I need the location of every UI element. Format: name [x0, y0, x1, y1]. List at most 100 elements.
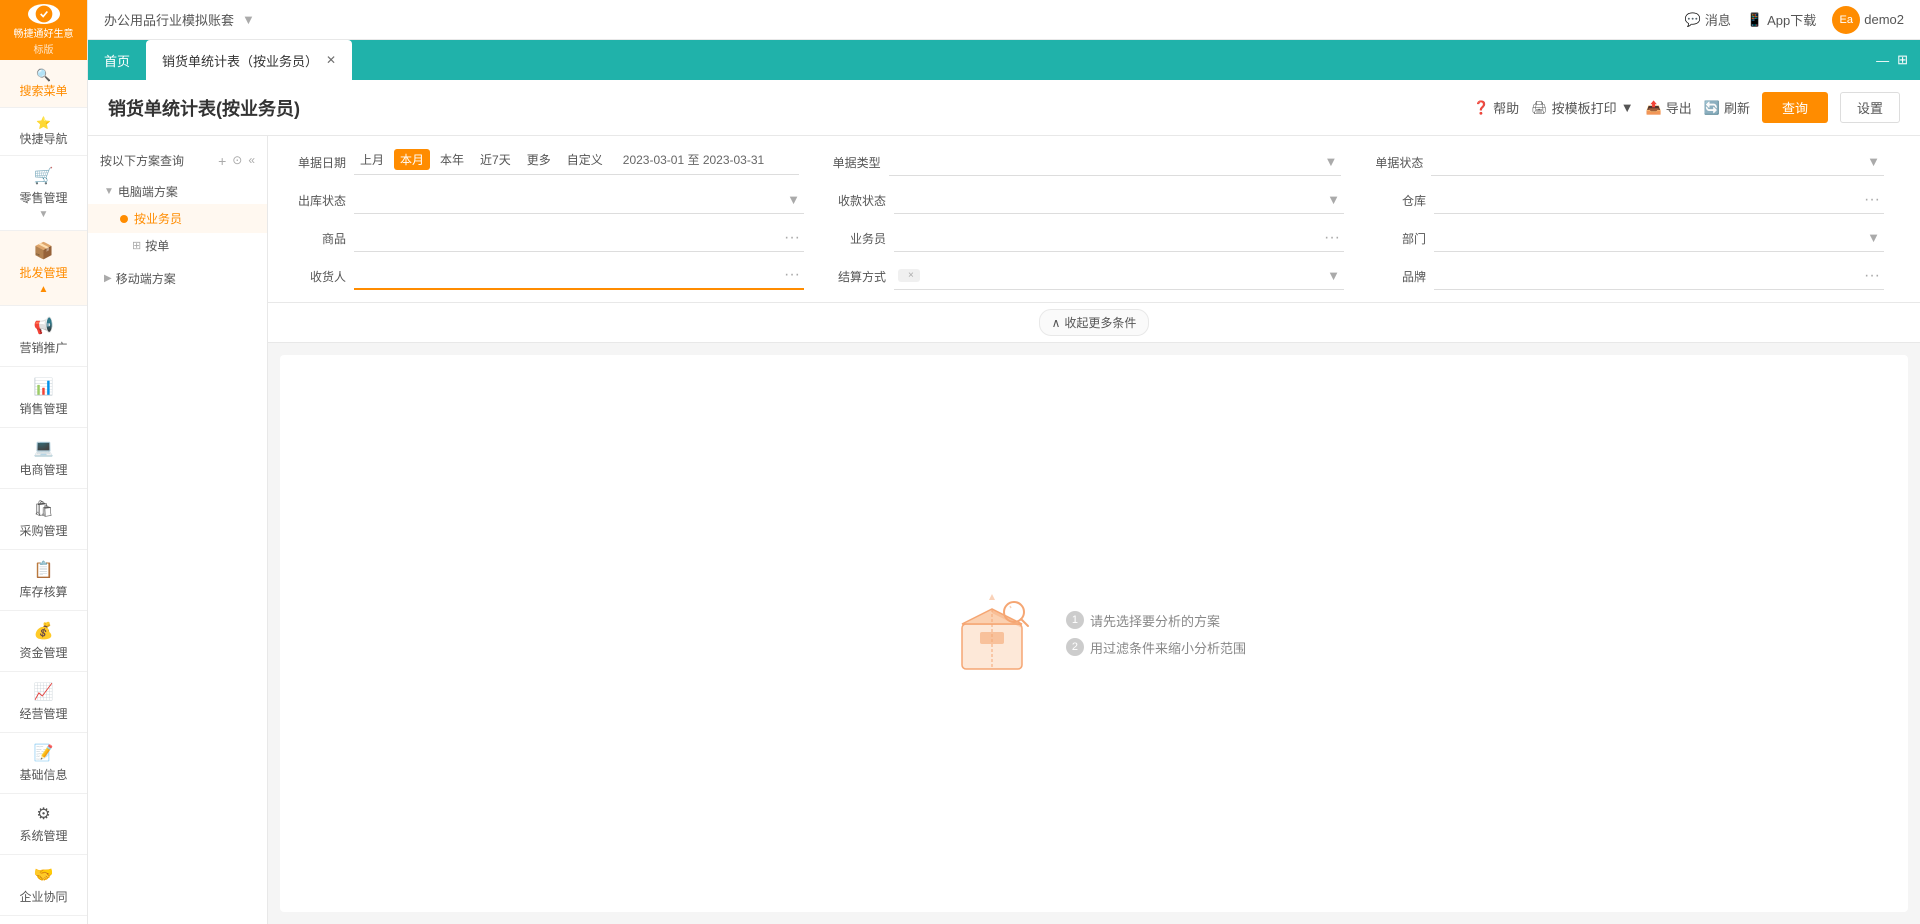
- sidebar-item-purchase[interactable]: 🛍 采购管理: [0, 489, 87, 550]
- date-tab-last-month[interactable]: 上月: [354, 149, 390, 170]
- query-button[interactable]: 查询: [1762, 92, 1828, 123]
- scheme-item-by-order[interactable]: ⊞ 按单: [88, 233, 267, 258]
- tab-maximize-icon[interactable]: ⊞: [1897, 52, 1908, 68]
- panel-collapse-icon[interactable]: «: [248, 153, 255, 169]
- right-panel: 单据日期 上月 本月 本年 近7天 更多 自定义 2023-03-01 至 20…: [268, 136, 1920, 924]
- collapse-button[interactable]: ∧ 收起更多条件: [1039, 309, 1150, 336]
- date-tab-custom[interactable]: 自定义: [561, 149, 609, 170]
- add-scheme-icon[interactable]: +: [218, 153, 226, 169]
- salesperson-dots-icon: ···: [1324, 229, 1340, 247]
- doc-status-control[interactable]: ▼: [1431, 148, 1884, 176]
- export-button[interactable]: 📤 导出: [1646, 98, 1692, 117]
- messages-button[interactable]: 💬 消息: [1685, 10, 1731, 29]
- date-tab-more[interactable]: 更多: [521, 149, 557, 170]
- brand-dots-icon: ···: [1864, 267, 1880, 285]
- recipient-control[interactable]: ···: [354, 262, 804, 290]
- sidebar-item-wholesale[interactable]: 📦 批发管理 ▲: [0, 231, 87, 306]
- warehouse-control[interactable]: ···: [1434, 186, 1884, 214]
- salesperson-label: 业务员: [824, 230, 894, 247]
- department-control[interactable]: ▼: [1434, 224, 1884, 252]
- date-range-value: 2023-03-01 至 2023-03-31: [623, 151, 764, 168]
- salesperson-control[interactable]: ···: [894, 224, 1344, 252]
- scheme-item-by-salesperson[interactable]: 按业务员: [88, 204, 267, 233]
- top-header: 办公用品行业模拟账套 ▼ 💬 消息 📱 App下载 Ea demo2: [88, 0, 1920, 40]
- tab-home[interactable]: 首页: [88, 40, 146, 80]
- finance-icon: 💰: [34, 621, 54, 641]
- app-logo: 畅捷通好生意 标版: [0, 0, 88, 60]
- breadcrumb: 办公用品行业模拟账套 ▼: [104, 10, 255, 29]
- recipient-dots-icon: ···: [784, 266, 800, 284]
- sidebar-item-system[interactable]: ⚙ 系统管理: [0, 794, 87, 855]
- settlement-tag: ×: [898, 269, 920, 282]
- help-icon: ❓: [1473, 100, 1489, 116]
- sidebar-item-sales[interactable]: 📊 销售管理: [0, 367, 87, 428]
- left-panel-icons: + ⊙ «: [218, 153, 255, 169]
- tab-minimize-icon[interactable]: —: [1876, 53, 1889, 68]
- sidebar-item-operations[interactable]: 📈 经营管理: [0, 672, 87, 733]
- sidebar-item-marketing[interactable]: 📢 营销推广: [0, 306, 87, 367]
- date-tab-last-7-days[interactable]: 近7天: [474, 149, 517, 170]
- department-chevron-icon: ▼: [1867, 230, 1880, 245]
- sidebar-item-quick-nav[interactable]: ⭐ 快捷导航: [0, 108, 87, 156]
- sidebar-item-base-info[interactable]: 📝 基础信息: [0, 733, 87, 794]
- active-dot: [120, 215, 128, 223]
- tab-close-icon[interactable]: ✕: [326, 53, 336, 67]
- out-status-chevron-icon: ▼: [787, 192, 800, 207]
- settlement-tag-close[interactable]: ×: [908, 270, 914, 281]
- sidebar-item-search[interactable]: 🔍 搜索菜单: [0, 60, 87, 108]
- order-icon: ⊞: [132, 239, 141, 252]
- sidebar: 畅捷通好生意 标版 🔍 搜索菜单 ⭐ 快捷导航 🛒 零售管理 ▼ 📦 批发管理 …: [0, 0, 88, 924]
- page-header: 销货单统计表(按业务员) ❓ 帮助 🖨 按模板打印 ▼ 📤 导出 🔄 刷新: [88, 80, 1920, 136]
- help-button[interactable]: ❓ 帮助: [1473, 98, 1519, 117]
- header-actions: 💬 消息 📱 App下载 Ea demo2: [1685, 6, 1904, 34]
- department-label: 部门: [1364, 230, 1434, 247]
- print-dropdown-icon: ▼: [1621, 100, 1634, 115]
- inventory-icon: 📋: [34, 560, 54, 580]
- date-tab-current-year[interactable]: 本年: [434, 149, 470, 170]
- page-title: 销货单统计表(按业务员): [108, 95, 300, 121]
- breadcrumb-dropdown-icon[interactable]: ▼: [242, 12, 255, 27]
- doc-type-control[interactable]: ▼: [889, 148, 1342, 176]
- sidebar-item-collab[interactable]: 🤝 企业协同: [0, 855, 87, 916]
- retail-icon: 🛒: [34, 166, 54, 186]
- settlement-control[interactable]: × ▼: [894, 262, 1344, 290]
- sidebar-item-ecommerce[interactable]: 💻 电商管理: [0, 428, 87, 489]
- main-area: 办公用品行业模拟账套 ▼ 💬 消息 📱 App下载 Ea demo2 首页: [88, 0, 1920, 924]
- refresh-button[interactable]: 🔄 刷新: [1704, 98, 1750, 117]
- collapse-bar: ∧ 收起更多条件: [268, 303, 1920, 343]
- refresh-icon: 🔄: [1704, 100, 1720, 116]
- doc-type-label: 单据类型: [819, 154, 889, 171]
- tab-sales-stat[interactable]: 销货单统计表（按业务员） ✕: [146, 40, 352, 80]
- goods-control[interactable]: ···: [354, 224, 804, 252]
- sidebar-item-retail[interactable]: 🛒 零售管理 ▼: [0, 156, 87, 231]
- date-tab-current-month[interactable]: 本月: [394, 149, 430, 170]
- payment-status-control[interactable]: ▼: [894, 186, 1344, 214]
- sidebar-item-guide[interactable]: 🎯 新手引导: [0, 916, 87, 924]
- recipient-label: 收货人: [284, 268, 354, 285]
- left-panel: 按以下方案查询 + ⊙ « ▼ 电脑端方案 按业务员: [88, 136, 268, 924]
- warehouse-label: 仓库: [1364, 192, 1434, 209]
- purchase-icon: 🛍: [33, 499, 53, 519]
- star-icon: ⭐: [5, 116, 82, 130]
- empty-tip-1: 1 请先选择要分析的方案: [1066, 611, 1246, 630]
- sidebar-item-finance[interactable]: 💰 资金管理: [0, 611, 87, 672]
- out-status-control[interactable]: ▼: [354, 186, 804, 214]
- scheme-settings-icon[interactable]: ⊙: [232, 153, 242, 169]
- doc-type-chevron-icon: ▼: [1324, 154, 1337, 169]
- warehouse-dots-icon: ···: [1864, 191, 1880, 209]
- settings-button[interactable]: 设置: [1840, 92, 1900, 123]
- app-download-button[interactable]: 📱 App下载: [1747, 10, 1816, 29]
- sidebar-item-inventory[interactable]: 📋 库存核算: [0, 550, 87, 611]
- filter-row-1: 单据日期 上月 本月 本年 近7天 更多 自定义 2023-03-01 至 20…: [284, 148, 1904, 176]
- brand-label: 品牌: [1364, 268, 1434, 285]
- desktop-scheme-toggle[interactable]: ▼ 电脑端方案: [88, 179, 267, 204]
- brand-control[interactable]: ···: [1434, 262, 1884, 290]
- user-menu[interactable]: Ea demo2: [1832, 6, 1904, 34]
- tip-num-2: 2: [1066, 638, 1084, 656]
- mobile-scheme-toggle[interactable]: ▶ 移动端方案: [88, 266, 267, 291]
- print-button[interactable]: 🖨 按模板打印 ▼: [1531, 98, 1633, 117]
- settlement-label: 结算方式: [824, 268, 894, 285]
- logo-icon: [28, 4, 60, 24]
- empty-tip-2: 2 用过滤条件来缩小分析范围: [1066, 638, 1246, 657]
- system-icon: ⚙: [36, 804, 50, 824]
